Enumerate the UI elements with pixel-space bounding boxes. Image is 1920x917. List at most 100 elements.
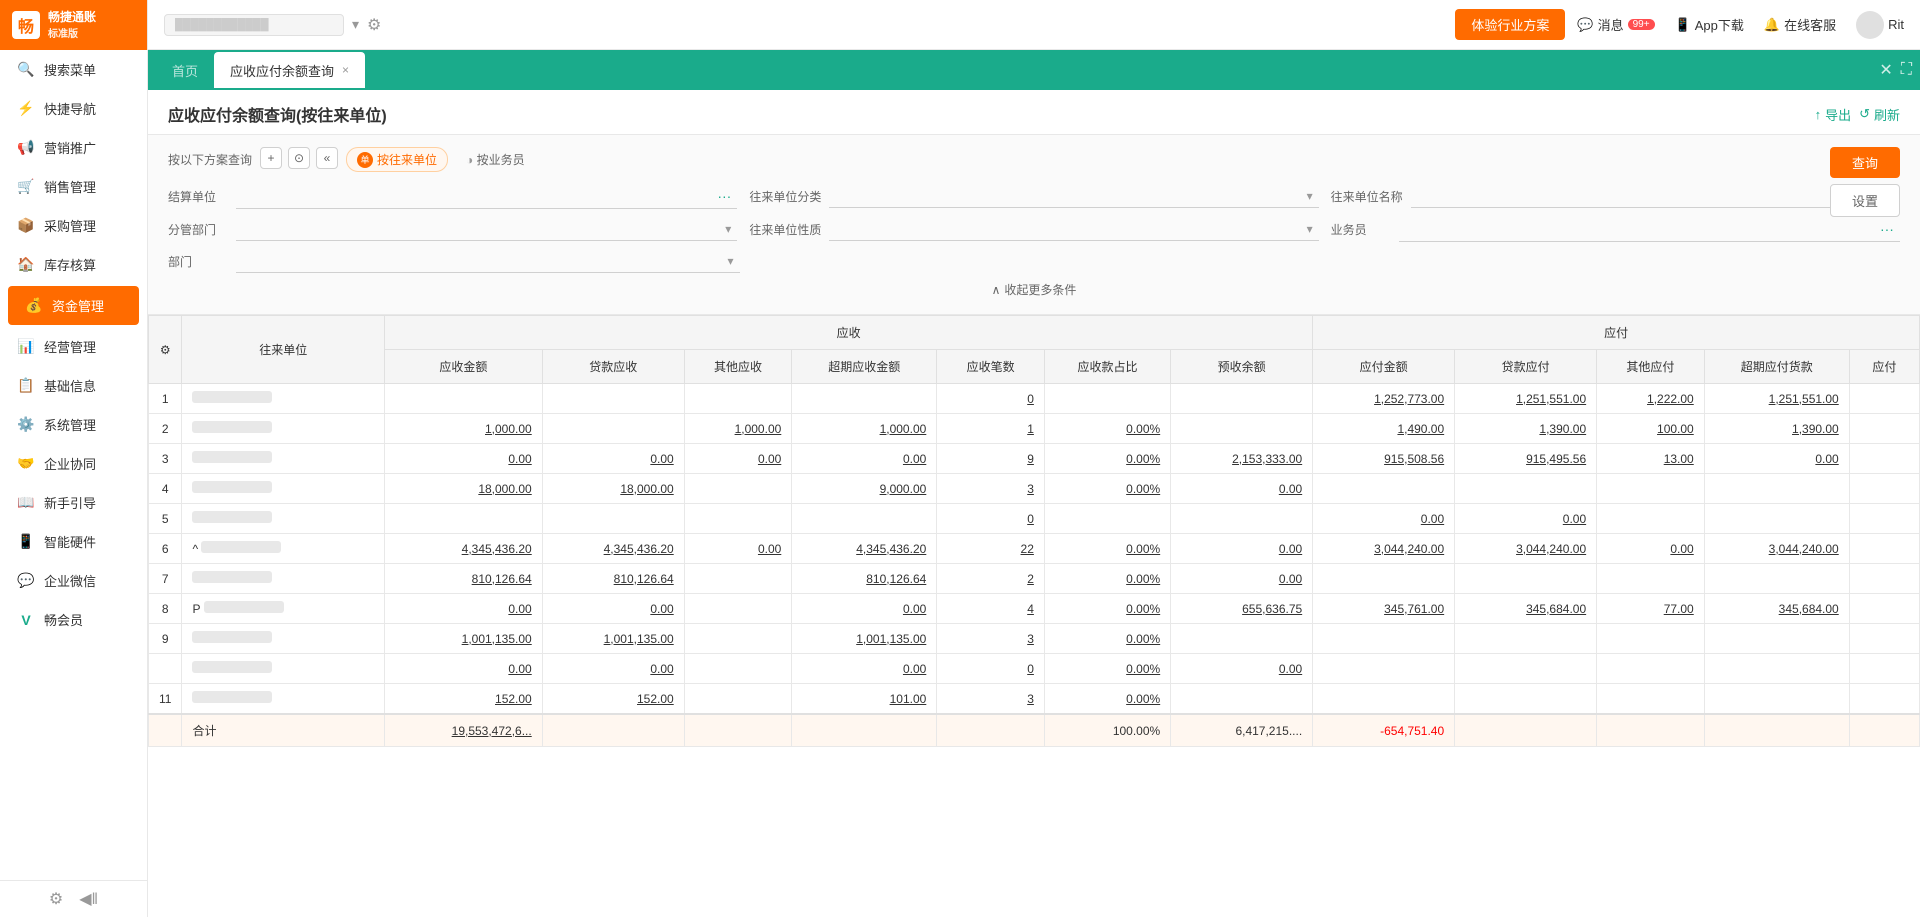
row-r_ratio-cell[interactable]: 0.00% bbox=[1044, 624, 1170, 654]
row-r_overdue-cell[interactable]: 101.00 bbox=[792, 684, 937, 715]
row-r_ratio-cell[interactable]: 0.00% bbox=[1044, 534, 1170, 564]
row-r_ratio-cell[interactable]: 0.00% bbox=[1044, 594, 1170, 624]
unit-nature-input[interactable]: ▾ bbox=[829, 218, 1318, 241]
row-r_loan-cell[interactable]: 18,000.00 bbox=[542, 474, 684, 504]
row-r_ratio-cell[interactable]: 0.00% bbox=[1044, 474, 1170, 504]
row-p_loan-cell[interactable]: 915,495.56 bbox=[1455, 444, 1597, 474]
row-p_amount-cell[interactable]: 1,490.00 bbox=[1313, 414, 1455, 444]
sidebar-item-marketing[interactable]: 📢 营销推广 bbox=[0, 128, 147, 167]
row-r_amount-cell[interactable]: 0.00 bbox=[385, 444, 543, 474]
unit-name-input[interactable] bbox=[1411, 185, 1900, 208]
row-r_count-cell[interactable]: 0 bbox=[937, 384, 1045, 414]
add-scheme-button[interactable]: + bbox=[260, 147, 282, 169]
row-p_loan-cell[interactable]: 1,251,551.00 bbox=[1455, 384, 1597, 414]
trial-button[interactable]: 体验行业方案 bbox=[1455, 9, 1565, 40]
dept-input[interactable]: ▾ bbox=[236, 250, 740, 273]
row-r_other-cell[interactable]: 0.00 bbox=[684, 444, 792, 474]
row-r_count-cell[interactable]: 3 bbox=[937, 624, 1045, 654]
breadcrumb-dropdown-icon[interactable]: ▾ bbox=[352, 16, 359, 33]
row-r_loan-cell[interactable]: 4,345,436.20 bbox=[542, 534, 684, 564]
sidebar-item-guide[interactable]: 📖 新手引导 bbox=[0, 483, 147, 522]
row-r_count-cell[interactable]: 22 bbox=[937, 534, 1045, 564]
sidebar-item-sales[interactable]: 🛒 销售管理 bbox=[0, 167, 147, 206]
row-r_ratio-cell[interactable]: 0.00% bbox=[1044, 444, 1170, 474]
row-r_loan-cell[interactable]: 0.00 bbox=[542, 594, 684, 624]
row-r_prepay-cell[interactable]: 0.00 bbox=[1171, 654, 1313, 684]
collapse-icon[interactable]: ◀‖ bbox=[79, 889, 98, 909]
tab-close-icon[interactable]: × bbox=[342, 63, 349, 77]
row-p_amount-cell[interactable]: 1,252,773.00 bbox=[1313, 384, 1455, 414]
export-button[interactable]: ↑ 导出 bbox=[1815, 105, 1852, 124]
col-settings-header[interactable]: ⚙ bbox=[149, 316, 182, 384]
row-r_ratio-cell[interactable]: 0.00% bbox=[1044, 684, 1170, 715]
sidebar-item-vip[interactable]: V 畅会员 bbox=[0, 600, 147, 639]
refresh-button[interactable]: ↺ 刷新 bbox=[1859, 105, 1900, 124]
footer-r-amount[interactable]: 19,553,472,6... bbox=[385, 714, 543, 747]
row-r_amount-cell[interactable]: 18,000.00 bbox=[385, 474, 543, 504]
row-r_loan-cell[interactable]: 152.00 bbox=[542, 684, 684, 715]
row-r_prepay-cell[interactable]: 0.00 bbox=[1171, 474, 1313, 504]
row-r_loan-cell[interactable]: 810,126.64 bbox=[542, 564, 684, 594]
scheme-item-salesperson[interactable]: ◑ 按业务员 bbox=[456, 147, 535, 172]
row-r_count-cell[interactable]: 3 bbox=[937, 684, 1045, 715]
table-container[interactable]: ⚙ 往来单位 应收 应付 应收金额 贷款应 bbox=[148, 315, 1920, 917]
filter-collapse-btn[interactable]: ∧ 收起更多条件 bbox=[168, 277, 1900, 302]
tab-home[interactable]: 首页 bbox=[156, 54, 214, 86]
salesperson-input[interactable]: ··· bbox=[1399, 217, 1900, 242]
row-r_loan-cell[interactable]: 1,001,135.00 bbox=[542, 624, 684, 654]
row-p_overdue-cell[interactable]: 3,044,240.00 bbox=[1704, 534, 1849, 564]
sidebar-item-hardware[interactable]: 📱 智能硬件 bbox=[0, 522, 147, 561]
row-r_prepay-cell[interactable]: 2,153,333.00 bbox=[1171, 444, 1313, 474]
row-r_count-cell[interactable]: 2 bbox=[937, 564, 1045, 594]
row-r_overdue-cell[interactable]: 0.00 bbox=[792, 444, 937, 474]
sidebar-item-basic-info[interactable]: 📋 基础信息 bbox=[0, 366, 147, 405]
sidebar-item-enterprise[interactable]: 🤝 企业协同 bbox=[0, 444, 147, 483]
row-r_loan-cell[interactable]: 0.00 bbox=[542, 444, 684, 474]
row-p_other-cell[interactable]: 77.00 bbox=[1597, 594, 1705, 624]
row-p_other-cell[interactable]: 100.00 bbox=[1597, 414, 1705, 444]
row-p_loan-cell[interactable]: 1,390.00 bbox=[1455, 414, 1597, 444]
set-button[interactable]: 设置 bbox=[1830, 184, 1900, 217]
sidebar-item-finance[interactable]: 💰 资金管理 bbox=[8, 286, 139, 325]
row-r_count-cell[interactable]: 3 bbox=[937, 474, 1045, 504]
row-r_count-cell[interactable]: 0 bbox=[937, 504, 1045, 534]
unit-category-input[interactable]: ▾ bbox=[829, 185, 1318, 208]
row-r_count-cell[interactable]: 4 bbox=[937, 594, 1045, 624]
row-r_prepay-cell[interactable]: 655,636.75 bbox=[1171, 594, 1313, 624]
row-p_other-cell[interactable]: 13.00 bbox=[1597, 444, 1705, 474]
row-r_amount-cell[interactable]: 810,126.64 bbox=[385, 564, 543, 594]
row-r_overdue-cell[interactable]: 0.00 bbox=[792, 654, 937, 684]
row-r_amount-cell[interactable]: 1,000.00 bbox=[385, 414, 543, 444]
row-r_overdue-cell[interactable]: 1,000.00 bbox=[792, 414, 937, 444]
sidebar-item-system[interactable]: ⚙️ 系统管理 bbox=[0, 405, 147, 444]
sidebar-item-shortcuts[interactable]: ⚡ 快捷导航 bbox=[0, 89, 147, 128]
row-r_ratio-cell[interactable]: 0.00% bbox=[1044, 654, 1170, 684]
row-p_overdue-cell[interactable]: 0.00 bbox=[1704, 444, 1849, 474]
row-r_overdue-cell[interactable]: 1,001,135.00 bbox=[792, 624, 937, 654]
row-r_count-cell[interactable]: 9 bbox=[937, 444, 1045, 474]
row-r_other-cell[interactable]: 0.00 bbox=[684, 534, 792, 564]
settlement-unit-dots[interactable]: ··· bbox=[717, 188, 731, 204]
settings-bottom-icon[interactable]: ⚙ bbox=[49, 889, 63, 909]
tab-ar-ap[interactable]: 应收应付余额查询 × bbox=[214, 52, 365, 88]
row-r_count-cell[interactable]: 1 bbox=[937, 414, 1045, 444]
messages-item[interactable]: 💬 消息 99+ bbox=[1577, 15, 1654, 34]
edit-scheme-button[interactable]: ⊙ bbox=[288, 147, 310, 169]
collapse-scheme-button[interactable]: « bbox=[316, 147, 338, 169]
settlement-unit-input[interactable]: ··· bbox=[236, 184, 737, 209]
row-p_loan-cell[interactable]: 0.00 bbox=[1455, 504, 1597, 534]
row-r_amount-cell[interactable]: 4,345,436.20 bbox=[385, 534, 543, 564]
row-r_ratio-cell[interactable]: 0.00% bbox=[1044, 564, 1170, 594]
query-button[interactable]: 查询 bbox=[1830, 147, 1900, 178]
row-p_overdue-cell[interactable]: 345,684.00 bbox=[1704, 594, 1849, 624]
sidebar-item-search[interactable]: 🔍 搜索菜单 bbox=[0, 50, 147, 89]
online-service-item[interactable]: 🔔 在线客服 bbox=[1764, 15, 1836, 34]
sidebar-item-management[interactable]: 📊 经营管理 bbox=[0, 327, 147, 366]
row-r_overdue-cell[interactable]: 9,000.00 bbox=[792, 474, 937, 504]
row-p_other-cell[interactable]: 0.00 bbox=[1597, 534, 1705, 564]
row-r_prepay-cell[interactable]: 0.00 bbox=[1171, 534, 1313, 564]
row-p_overdue-cell[interactable]: 1,251,551.00 bbox=[1704, 384, 1849, 414]
row-r_amount-cell[interactable]: 1,001,135.00 bbox=[385, 624, 543, 654]
row-r_other-cell[interactable]: 1,000.00 bbox=[684, 414, 792, 444]
dept-mgr-input[interactable]: ▾ bbox=[236, 218, 737, 241]
